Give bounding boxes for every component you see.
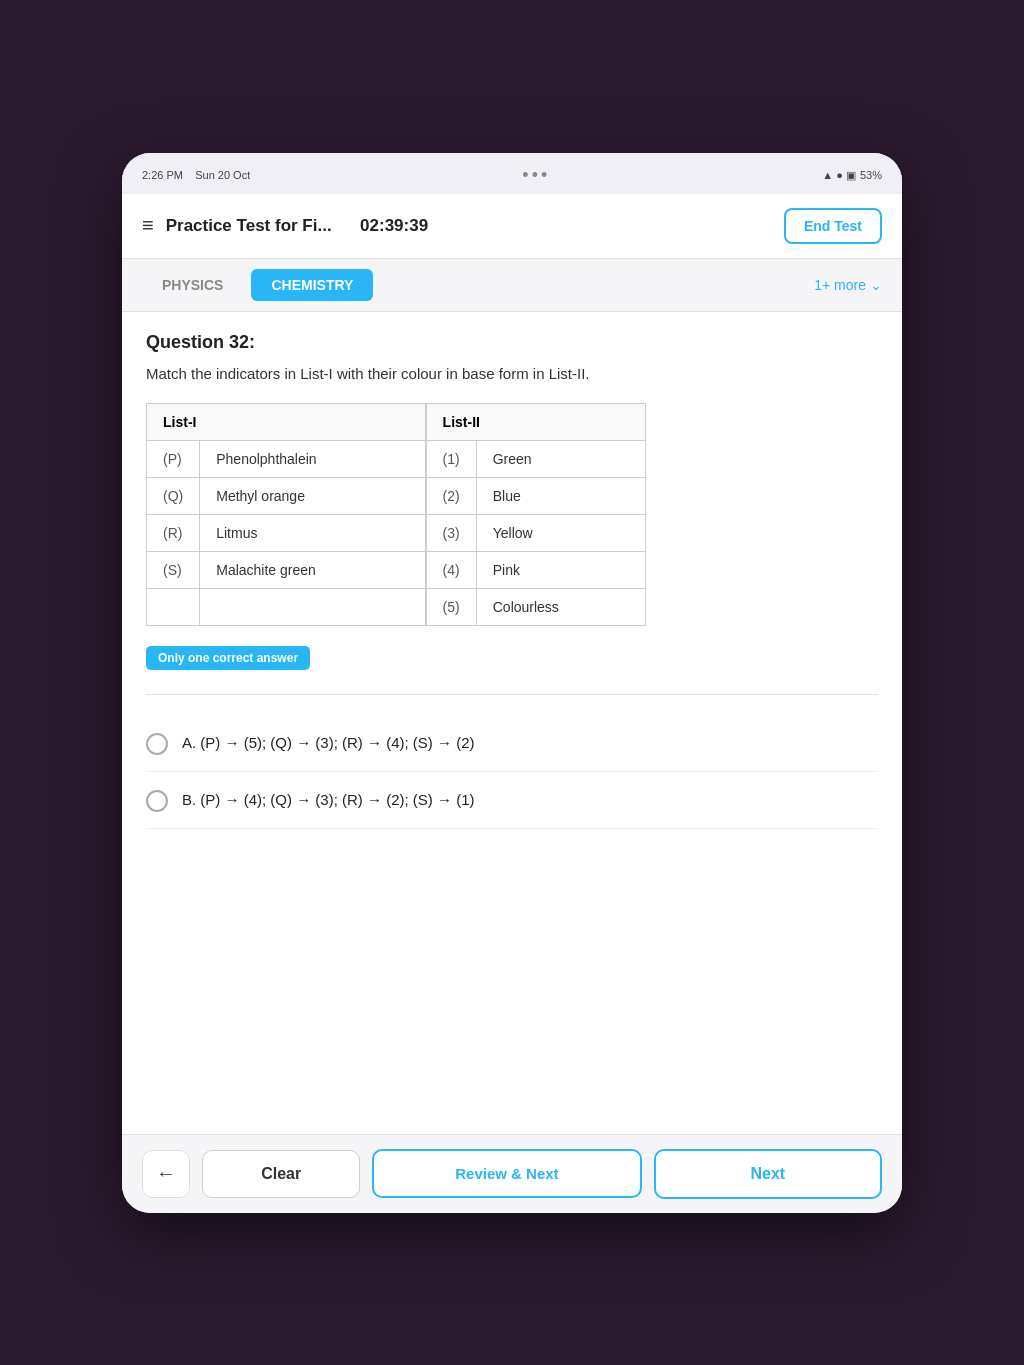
divider: [146, 694, 878, 695]
table-row: (Q) Methyl orange (2) Blue: [147, 478, 646, 515]
main-content: Question 32: Match the indicators in Lis…: [122, 312, 902, 1134]
table-row: (R) Litmus (3) Yellow: [147, 515, 646, 552]
device-frame: 2:26 PM Sun 20 Oct ••• ▲ ● ▣ 53% ≡ Pract…: [122, 153, 902, 1213]
status-bar: 2:26 PM Sun 20 Oct ••• ▲ ● ▣ 53%: [122, 153, 902, 194]
header-left: ≡ Practice Test for Fi... 02:39:39: [142, 214, 428, 237]
three-dots: •••: [522, 161, 550, 190]
radio-a: [146, 733, 168, 755]
bottom-bar: ← Clear Review & Next Next: [122, 1134, 902, 1213]
table-row: (S) Malachite green (4) Pink: [147, 552, 646, 589]
back-button[interactable]: ←: [142, 1150, 190, 1198]
end-test-button[interactable]: End Test: [784, 208, 882, 244]
option-text-b: B. (P) → (4); (Q) → (3); (R) → (2); (S) …: [182, 788, 475, 812]
chevron-down-icon: ⌄: [870, 277, 882, 293]
answer-type-badge: Only one correct answer: [146, 646, 310, 670]
header-title: Practice Test for Fi...: [166, 216, 332, 236]
tab-more[interactable]: 1+ more ⌄: [814, 277, 882, 293]
clear-button[interactable]: Clear: [202, 1150, 360, 1198]
table-row: (5) Colourless: [147, 589, 646, 626]
list1-header: List-I: [147, 404, 426, 441]
tabs-bar: PHYSICS CHEMISTRY 1+ more ⌄: [122, 259, 902, 312]
question-number: Question 32:: [146, 332, 878, 353]
review-next-button[interactable]: Review & Next: [372, 1149, 641, 1198]
radio-b: [146, 790, 168, 812]
next-button[interactable]: Next: [654, 1149, 882, 1199]
table-row: (P) Phenolphthalein (1) Green: [147, 441, 646, 478]
app-header: ≡ Practice Test for Fi... 02:39:39 End T…: [122, 194, 902, 259]
list2-header: List-II: [426, 404, 646, 441]
tab-physics[interactable]: PHYSICS: [142, 269, 243, 301]
status-time-date: 2:26 PM Sun 20 Oct: [142, 169, 250, 181]
options-container: A. (P) → (5); (Q) → (3); (R) → (4); (S) …: [146, 715, 878, 829]
match-table: List-I List-II (P) Phenolphthalein (1) G…: [146, 403, 646, 626]
option-text-a: A. (P) → (5); (Q) → (3); (R) → (4); (S) …: [182, 731, 475, 755]
status-icons: ▲ ● ▣ 53%: [822, 169, 882, 182]
tab-chemistry[interactable]: CHEMISTRY: [251, 269, 373, 301]
menu-icon[interactable]: ≡: [142, 214, 154, 237]
header-timer: 02:39:39: [360, 216, 428, 236]
option-b[interactable]: B. (P) → (4); (Q) → (3); (R) → (2); (S) …: [146, 772, 878, 829]
question-text: Match the indicators in List-I with thei…: [146, 363, 878, 386]
option-a[interactable]: A. (P) → (5); (Q) → (3); (R) → (4); (S) …: [146, 715, 878, 772]
